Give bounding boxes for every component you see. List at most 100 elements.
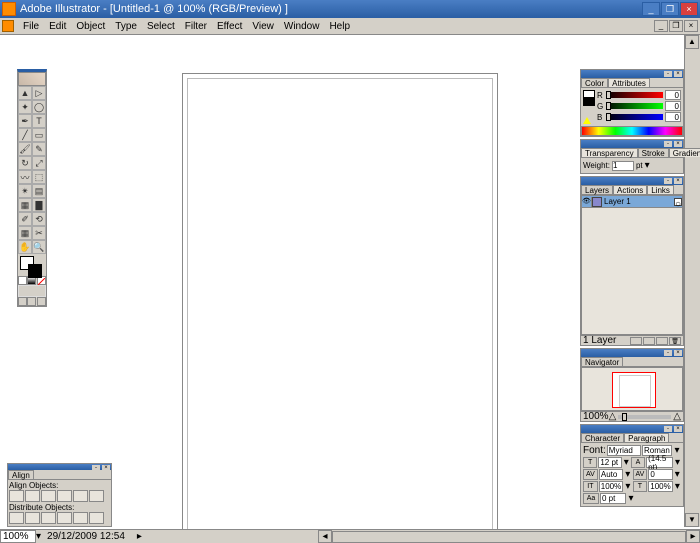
- menu-edit[interactable]: Edit: [44, 20, 71, 33]
- hscroll-right-button[interactable]: ▸: [686, 530, 700, 543]
- tab-paragraph[interactable]: Paragraph: [624, 433, 669, 442]
- menu-window[interactable]: Window: [279, 20, 325, 33]
- panel-close-button[interactable]: ×: [674, 426, 682, 432]
- scroll-up-button[interactable]: ▲: [685, 35, 699, 49]
- stroke-preview[interactable]: [583, 98, 595, 106]
- rotate-tool[interactable]: ↻: [18, 156, 32, 170]
- distribute-right-button[interactable]: [89, 512, 104, 524]
- magic-wand-tool[interactable]: ✦: [18, 100, 32, 114]
- font-dropdown-icon[interactable]: ▾: [673, 445, 681, 456]
- panel-collapse-button[interactable]: -: [664, 141, 672, 147]
- horizontal-scrollbar[interactable]: [332, 531, 686, 543]
- document-icon[interactable]: [2, 20, 14, 32]
- color-mode-button[interactable]: [18, 276, 27, 285]
- hscale-input[interactable]: 100%: [648, 481, 672, 492]
- weight-dropdown[interactable]: ▾: [645, 160, 650, 171]
- hscroll-left-button[interactable]: ◂: [318, 530, 332, 543]
- panel-close-button[interactable]: ×: [674, 71, 682, 77]
- screen-mode-normal[interactable]: [18, 297, 27, 306]
- minimize-button[interactable]: _: [642, 2, 660, 16]
- panel-collapse-button[interactable]: -: [664, 71, 672, 77]
- fill-preview[interactable]: [583, 90, 595, 98]
- fill-stroke-swatch[interactable]: [18, 254, 46, 276]
- mesh-tool[interactable]: ▦: [18, 198, 32, 212]
- align-left-button[interactable]: [9, 490, 24, 502]
- distribute-bottom-button[interactable]: [41, 512, 56, 524]
- gradient-tool[interactable]: ▇: [32, 198, 46, 212]
- kerning-input[interactable]: Auto: [599, 469, 623, 480]
- stroke-swatch[interactable]: [28, 264, 42, 278]
- align-bottom-button[interactable]: [89, 490, 104, 502]
- create-sublayer-button[interactable]: [643, 337, 655, 345]
- baseline-input[interactable]: 0 pt: [600, 493, 626, 504]
- close-button[interactable]: ×: [680, 2, 698, 16]
- scale-tool[interactable]: ⤢: [32, 156, 46, 170]
- tab-character[interactable]: Character: [581, 433, 624, 442]
- mdi-restore-button[interactable]: ❐: [669, 20, 683, 32]
- layer-name[interactable]: Layer 1: [602, 197, 674, 206]
- panel-close-button[interactable]: ×: [674, 141, 682, 147]
- rectangle-tool[interactable]: ▭: [32, 128, 46, 142]
- panel-close-button[interactable]: ×: [102, 465, 110, 471]
- distribute-vcenter-button[interactable]: [25, 512, 40, 524]
- spectrum-bar[interactable]: [581, 126, 683, 136]
- vertical-scrollbar[interactable]: ▲ ▼: [684, 35, 700, 527]
- align-top-button[interactable]: [57, 490, 72, 502]
- gamut-warning-icon[interactable]: [583, 117, 591, 124]
- tab-transparency[interactable]: Transparency: [581, 148, 638, 157]
- free-transform-tool[interactable]: ⬚: [32, 170, 46, 184]
- tab-layers[interactable]: Layers: [581, 185, 613, 194]
- align-vcenter-button[interactable]: [73, 490, 88, 502]
- mdi-minimize-button[interactable]: _: [654, 20, 668, 32]
- layer-row[interactable]: 👁 Layer 1 ○: [582, 196, 682, 208]
- artboard[interactable]: [182, 73, 498, 537]
- zoom-tool[interactable]: 🔍: [32, 240, 46, 254]
- g-value[interactable]: 0: [665, 101, 681, 111]
- scroll-down-button[interactable]: ▼: [685, 513, 699, 527]
- menu-object[interactable]: Object: [71, 20, 110, 33]
- screen-mode-full-menus[interactable]: [27, 297, 36, 306]
- screen-mode-full[interactable]: [37, 297, 46, 306]
- r-slider[interactable]: [606, 92, 663, 98]
- hand-tool[interactable]: ✋: [18, 240, 32, 254]
- tab-align[interactable]: Align: [8, 470, 34, 479]
- b-slider[interactable]: [606, 114, 663, 120]
- zoom-slider[interactable]: [618, 415, 671, 419]
- panel-collapse-button[interactable]: -: [664, 350, 672, 356]
- status-menu-icon[interactable]: ▸: [137, 531, 142, 542]
- menu-filter[interactable]: Filter: [180, 20, 212, 33]
- leading-input[interactable]: (14.5 pt): [646, 457, 673, 468]
- selection-tool[interactable]: ▲: [18, 86, 32, 100]
- layer-list[interactable]: 👁 Layer 1 ○: [581, 195, 683, 335]
- menu-effect[interactable]: Effect: [212, 20, 247, 33]
- r-value[interactable]: 0: [665, 90, 681, 100]
- visibility-toggle[interactable]: 👁: [582, 197, 592, 207]
- pen-tool[interactable]: ✒: [18, 114, 32, 128]
- vscale-input[interactable]: 100%: [599, 481, 623, 492]
- menu-type[interactable]: Type: [110, 20, 142, 33]
- weight-input[interactable]: [612, 161, 634, 171]
- tab-attributes[interactable]: Attributes: [608, 78, 650, 87]
- make-clipping-mask-button[interactable]: [630, 337, 642, 345]
- tracking-input[interactable]: 0: [648, 469, 672, 480]
- new-layer-button[interactable]: [656, 337, 668, 345]
- paintbrush-tool[interactable]: 🖌: [18, 142, 32, 156]
- zoom-field[interactable]: 100%: [0, 530, 36, 543]
- align-right-button[interactable]: [41, 490, 56, 502]
- b-value[interactable]: 0: [665, 112, 681, 122]
- menu-select[interactable]: Select: [142, 20, 180, 33]
- font-size-input[interactable]: 12 pt: [598, 457, 621, 468]
- zoom-in-icon[interactable]: △: [673, 411, 681, 422]
- type-tool[interactable]: T: [32, 114, 46, 128]
- view-rectangle[interactable]: [612, 372, 656, 408]
- navigator-proxy[interactable]: [581, 367, 683, 411]
- delete-layer-button[interactable]: 🗑: [669, 337, 681, 345]
- warp-tool[interactable]: 〰: [18, 170, 32, 184]
- tab-actions[interactable]: Actions: [613, 185, 647, 194]
- distribute-left-button[interactable]: [57, 512, 72, 524]
- zoom-dropdown-icon[interactable]: ▾: [36, 531, 41, 542]
- layer-target-icon[interactable]: ○: [674, 198, 682, 206]
- scissors-tool[interactable]: ✂: [32, 226, 46, 240]
- nav-zoom-value[interactable]: 100%: [583, 411, 609, 422]
- tab-stroke[interactable]: Stroke: [638, 148, 669, 157]
